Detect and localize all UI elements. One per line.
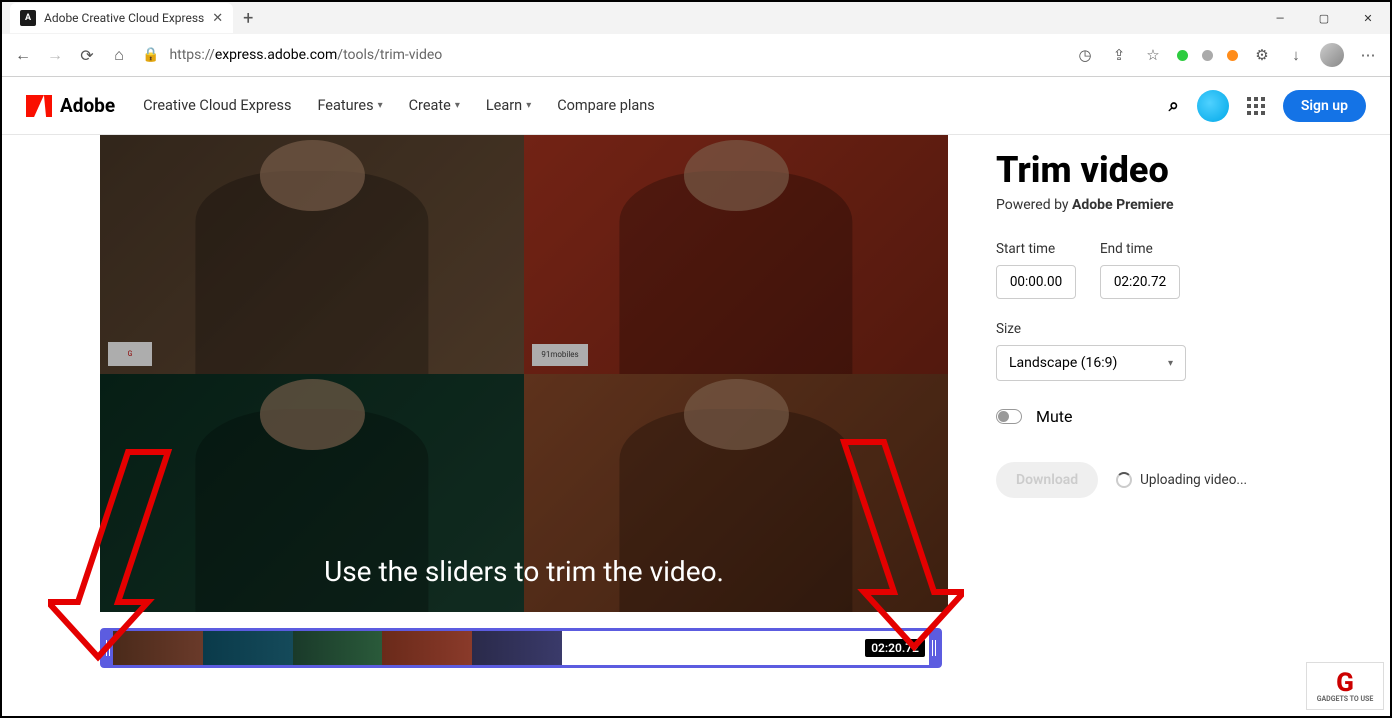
timeline-thumb — [203, 631, 293, 665]
chevron-down-icon: ▾ — [378, 100, 383, 111]
menu-compare-plans[interactable]: Compare plans — [557, 97, 655, 114]
nav-bar: ← → ⟳ ⌂ 🔒 https://express.adobe.com/tool… — [2, 34, 1390, 76]
home-button[interactable]: ⌂ — [110, 45, 128, 65]
video-overlay — [100, 135, 948, 612]
chevron-down-icon: ▾ — [455, 100, 460, 111]
toolbar-right: ◷ ⇪ ☆ ⚙ ↓ ⋯ — [1075, 43, 1378, 67]
side-panel: Trim video Powered by Adobe Premiere Sta… — [948, 135, 1248, 668]
powered-by: Powered by Adobe Premiere — [996, 197, 1248, 213]
menu-creative-cloud-express[interactable]: Creative Cloud Express — [143, 97, 291, 114]
window-controls: — ▢ ✕ — [1258, 3, 1390, 33]
main-menu: Creative Cloud Express Features▾ Create▾… — [143, 97, 655, 114]
favorites-icon[interactable]: ☆ — [1143, 45, 1163, 65]
action-row: Download Uploading video... — [996, 462, 1248, 498]
extensions-icon[interactable]: ⚙ — [1252, 45, 1272, 65]
new-tab-button[interactable]: + — [233, 4, 263, 33]
timeline-thumb — [113, 631, 203, 665]
end-time-input[interactable] — [1100, 265, 1180, 299]
forward-button: → — [46, 45, 64, 65]
end-time-field: End time — [1100, 241, 1180, 299]
content: G 91mobiles Use the sliders to trim the … — [2, 135, 1390, 668]
browser-tab[interactable]: A Adobe Creative Cloud Express ✕ — [10, 3, 233, 33]
adobe-brand: Adobe — [60, 94, 115, 117]
trim-handle-start[interactable] — [103, 631, 113, 665]
mute-label: Mute — [1036, 407, 1073, 426]
maximize-button[interactable]: ▢ — [1302, 3, 1346, 33]
url-text: https://express.adobe.com/tools/trim-vid… — [169, 47, 442, 63]
start-time-field: Start time — [996, 241, 1076, 299]
share-icon[interactable]: ⇪ — [1109, 45, 1129, 65]
browser-chrome: A Adobe Creative Cloud Express ✕ + — ▢ ✕… — [2, 2, 1390, 77]
menu-features[interactable]: Features▾ — [317, 97, 382, 114]
start-time-input[interactable] — [996, 265, 1076, 299]
address-bar[interactable]: 🔒 https://express.adobe.com/tools/trim-v… — [142, 47, 1061, 63]
minimize-button[interactable]: — — [1258, 3, 1302, 33]
user-avatar[interactable] — [1197, 90, 1229, 122]
refresh-button[interactable]: ⟳ — [78, 46, 96, 65]
tracking-icon[interactable]: ◷ — [1075, 45, 1095, 65]
spinner-icon — [1116, 472, 1132, 488]
signup-button[interactable]: Sign up — [1283, 90, 1366, 122]
video-area: G 91mobiles Use the sliders to trim the … — [100, 135, 948, 668]
video-caption: Use the sliders to trim the video. — [100, 555, 948, 588]
adobe-nav: Adobe Creative Cloud Express Features▾ C… — [2, 77, 1390, 135]
size-label: Size — [996, 321, 1248, 337]
timeline: 02:20.72 — [100, 628, 942, 668]
video-preview[interactable]: G 91mobiles Use the sliders to trim the … — [100, 135, 948, 612]
profile-avatar[interactable] — [1320, 43, 1344, 67]
size-value: Landscape (16:9) — [1009, 355, 1117, 371]
upload-status: Uploading video... — [1116, 472, 1247, 488]
chevron-down-icon: ▾ — [1168, 358, 1173, 369]
downloads-icon[interactable]: ↓ — [1286, 45, 1306, 65]
timeline-timecode: 02:20.72 — [865, 639, 925, 657]
close-window-button[interactable]: ✕ — [1346, 3, 1390, 33]
page-title: Trim video — [996, 149, 1248, 191]
adobe-logo[interactable]: Adobe — [26, 94, 115, 117]
ext-orange-icon[interactable] — [1227, 50, 1238, 61]
watermark-gadgets-to-use: GGADGETS TO USE — [1306, 662, 1384, 710]
size-select[interactable]: Landscape (16:9) ▾ — [996, 345, 1186, 381]
menu-learn[interactable]: Learn▾ — [486, 97, 531, 114]
menu-create[interactable]: Create▾ — [409, 97, 460, 114]
timeline-thumbs[interactable]: 02:20.72 — [113, 631, 929, 665]
timeline-thumb — [472, 631, 562, 665]
tab-bar: A Adobe Creative Cloud Express ✕ + — ▢ ✕ — [2, 2, 1390, 34]
back-button[interactable]: ← — [14, 45, 32, 65]
close-tab-icon[interactable]: ✕ — [212, 11, 223, 26]
mute-row: Mute — [996, 407, 1248, 426]
adobe-logo-icon — [26, 95, 52, 117]
ext-green-icon[interactable] — [1177, 50, 1188, 61]
time-row: Start time End time — [996, 241, 1248, 299]
timeline-thumb — [382, 631, 472, 665]
download-button: Download — [996, 462, 1098, 498]
lock-icon: 🔒 — [142, 47, 159, 63]
chevron-down-icon: ▾ — [526, 100, 531, 111]
more-icon[interactable]: ⋯ — [1358, 45, 1378, 65]
trim-handle-end[interactable] — [929, 631, 939, 665]
status-text: Uploading video... — [1140, 472, 1247, 488]
tab-title: Adobe Creative Cloud Express — [44, 11, 204, 25]
ext-grey-icon[interactable] — [1202, 50, 1213, 61]
end-time-label: End time — [1100, 241, 1180, 257]
mute-toggle[interactable] — [996, 409, 1022, 424]
search-icon[interactable]: ⌕ — [1169, 95, 1179, 116]
timeline-thumb — [293, 631, 383, 665]
start-time-label: Start time — [996, 241, 1076, 257]
tab-favicon: A — [20, 10, 36, 26]
nav-right: ⌕ Sign up — [1169, 90, 1366, 122]
apps-grid-icon[interactable] — [1247, 97, 1265, 115]
